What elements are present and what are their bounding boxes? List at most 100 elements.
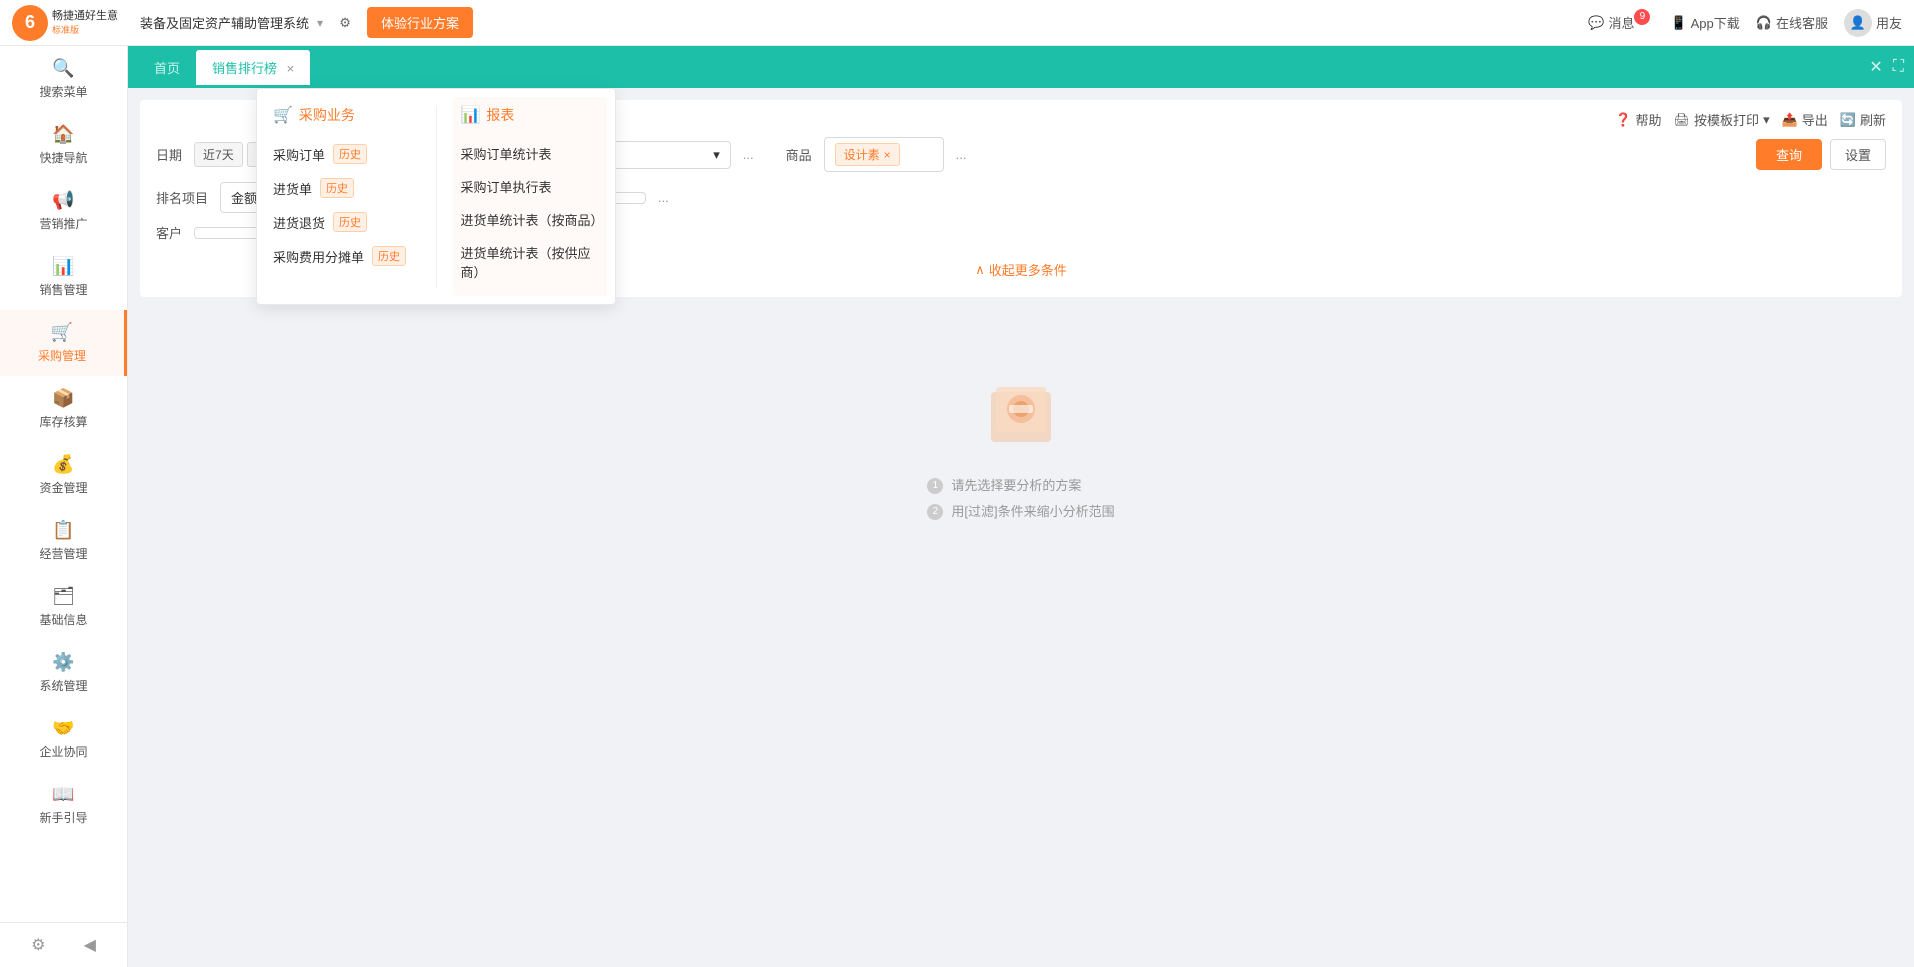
tab-sales-rank-label: 销售排行榜 [212,61,277,76]
sidebar-label-finance: 资金管理 [39,479,87,496]
menu-item-purchase-order[interactable]: 采购订单 历史 [273,137,412,171]
cooperation-icon: 🤝 [52,718,74,739]
message-icon: 💬 [1588,15,1604,31]
salesman-dots[interactable]: ... [658,190,669,205]
menu-item-purchase-return[interactable]: 进货退货 历史 [273,205,412,239]
sidebar-item-finance[interactable]: 💰 资金管理 [0,442,127,508]
sidebar-bottom: ⚙ ◀ [0,922,127,967]
empty-text: 1 请先选择要分析的方案 2 用[过滤]条件来缩小分析范围 [927,473,1114,525]
user-name: 用友 [1876,13,1902,32]
app-download-item[interactable]: 📱 App下载 [1670,13,1739,32]
close-tab-btn[interactable]: ✕ [1869,57,1882,77]
export-btn[interactable]: 📤 导出 [1782,110,1828,129]
sidebar-label-search: 搜索菜单 [39,83,87,100]
report-menu-col: 📊 报表 采购订单统计表 采购订单执行表 进货单统计表（按商品） 进货单统计表（… [453,97,608,296]
goods-select[interactable]: 设计素 × [824,137,944,172]
sidebar-item-purchase[interactable]: 🛒 采购管理 [0,310,127,376]
system-settings-icon[interactable]: ⚙ [331,9,359,37]
goods-tag-remove[interactable]: × [884,148,891,162]
empty-hint-2: 2 用[过滤]条件来缩小分析范围 [927,499,1114,525]
online-service-item[interactable]: 🎧 在线客服 [1756,13,1828,32]
goods-tag: 设计素 × [835,143,900,166]
history-badge-2: 历史 [320,178,354,198]
doc-status-dots[interactable]: ... [743,147,754,162]
user-item[interactable]: 👤 用友 [1844,9,1902,37]
settings-btn[interactable]: 设置 [1830,139,1886,170]
notification-badge: 9 [1634,9,1650,25]
tab-close-icon[interactable]: × [287,61,295,76]
search-btn[interactable]: 查询 [1756,139,1822,170]
menu-item-purchase-receipt[interactable]: 进货单 历史 [273,171,412,205]
menu-item-report-order-stat[interactable]: 采购订单统计表 [461,137,600,170]
date-label: 日期 [156,145,182,164]
top-bar: 6 畅捷通好生意 标准版 装备及固定资产辅助管理系统 ▾ ⚙ 体验行业方案 💬 … [0,0,1914,46]
sidebar-item-sales[interactable]: 📊 销售管理 [0,244,127,310]
sidebar-item-basic-info[interactable]: 🗂 基础信息 [0,574,127,640]
purchase-menu-title: 🛒 采购业务 [273,105,412,125]
sidebar-label-inventory: 库存核算 [39,413,87,430]
menu-item-report-order-exec[interactable]: 采购订单执行表 [461,170,600,203]
menu-divider [436,105,437,288]
sidebar-item-quick-nav[interactable]: 🏠 快捷导航 [0,112,127,178]
sidebar-label-operation: 经营管理 [39,545,87,562]
app-download-label: App下载 [1691,13,1740,32]
export-icon: 📤 [1782,112,1798,128]
home-icon: 🏠 [52,124,74,145]
dropdown-menu: 🛒 采购业务 采购订单 历史 进货单 历史 进货退货 历史 [256,88,616,305]
marketing-icon: 📢 [52,190,74,211]
print-btn[interactable]: 🖨 按模板打印 ▾ [1674,110,1770,129]
tab-sales-rank[interactable]: 销售排行榜 × [196,50,310,85]
sidebar-item-guide[interactable]: 📖 新手引导 [0,772,127,838]
date-tag-7days[interactable]: 近7天 [194,142,243,167]
sidebar-label-quick-nav: 快捷导航 [39,149,87,166]
chevron-down-icon: ▾ [713,147,720,163]
sidebar-item-cooperation[interactable]: 🤝 企业协同 [0,706,127,772]
menu-item-report-receipt-goods[interactable]: 进货单统计表（按商品） [461,203,600,236]
operation-icon: 📋 [52,520,74,541]
sidebar-item-operation[interactable]: 📋 经营管理 [0,508,127,574]
menu-item-report-receipt-supplier[interactable]: 进货单统计表（按供应商） [461,236,600,288]
tab-bar: 首页 销售排行榜 × ✕ ⛶ [128,46,1914,88]
help-btn[interactable]: ❓ 帮助 [1615,110,1661,129]
sidebar-label-guide: 新手引导 [39,809,87,826]
sidebar-item-search[interactable]: 🔍 搜索菜单 [0,46,127,112]
sidebar-label-basic-info: 基础信息 [39,611,87,628]
sidebar-item-system[interactable]: ⚙️ 系统管理 [0,640,127,706]
goods-label: 商品 [786,145,812,164]
bottom-collapse-icon[interactable]: ◀ [84,935,96,955]
sidebar-item-marketing[interactable]: 📢 营销推广 [0,178,127,244]
notification-item[interactable]: 💬 消息 9 [1588,13,1654,32]
system-name: 装备及固定资产辅助管理系统 [140,13,309,32]
menu-item-purchase-expense[interactable]: 采购费用分摊单 历史 [273,239,412,273]
empty-state: 1 请先选择要分析的方案 2 用[过滤]条件来缩小分析范围 [140,307,1902,585]
app-container: 6 畅捷通好生意 标准版 装备及固定资产辅助管理系统 ▾ ⚙ 体验行业方案 💬 … [0,0,1914,967]
logo-icon: 6 [12,5,48,41]
print-dropdown-icon: ▾ [1763,112,1770,128]
phone-icon: 📱 [1670,15,1686,31]
search-icon: 🔍 [52,58,74,79]
refresh-btn[interactable]: 🔄 刷新 [1840,110,1886,129]
history-badge-4: 历史 [372,246,406,266]
tab-actions: ✕ ⛶ [1869,57,1904,77]
content-area: 首页 销售排行榜 × ✕ ⛶ [128,46,1914,967]
logo-area: 6 畅捷通好生意 标准版 [12,5,140,41]
rank-label: 排名项目 [156,188,208,207]
help-icon: ❓ [1615,112,1631,128]
toolbar-right: ❓ 帮助 🖨 按模板打印 ▾ 📤 导出 [1615,110,1886,129]
user-avatar: 👤 [1844,9,1872,37]
purchase-menu-col: 🛒 采购业务 采购订单 历史 进货单 历史 进货退货 历史 [273,105,412,288]
collapse-icon: ∧ [975,262,985,278]
guide-icon: 📖 [52,784,74,805]
headset-icon: 🎧 [1756,15,1772,31]
fullscreen-btn[interactable]: ⛶ [1893,58,1904,76]
industry-btn[interactable]: 体验行业方案 [367,7,473,38]
tab-home[interactable]: 首页 [138,50,196,85]
system-icon: ⚙️ [52,652,74,673]
title-dropdown-arrow[interactable]: ▾ [317,16,323,30]
goods-dots[interactable]: ... [956,147,967,162]
sidebar-label-purchase: 采购管理 [38,347,86,364]
sidebar-item-inventory[interactable]: 📦 库存核算 [0,376,127,442]
bottom-settings-icon[interactable]: ⚙ [31,935,45,955]
purchase-menu-icon: 🛒 [273,105,293,125]
refresh-icon: 🔄 [1840,112,1856,128]
